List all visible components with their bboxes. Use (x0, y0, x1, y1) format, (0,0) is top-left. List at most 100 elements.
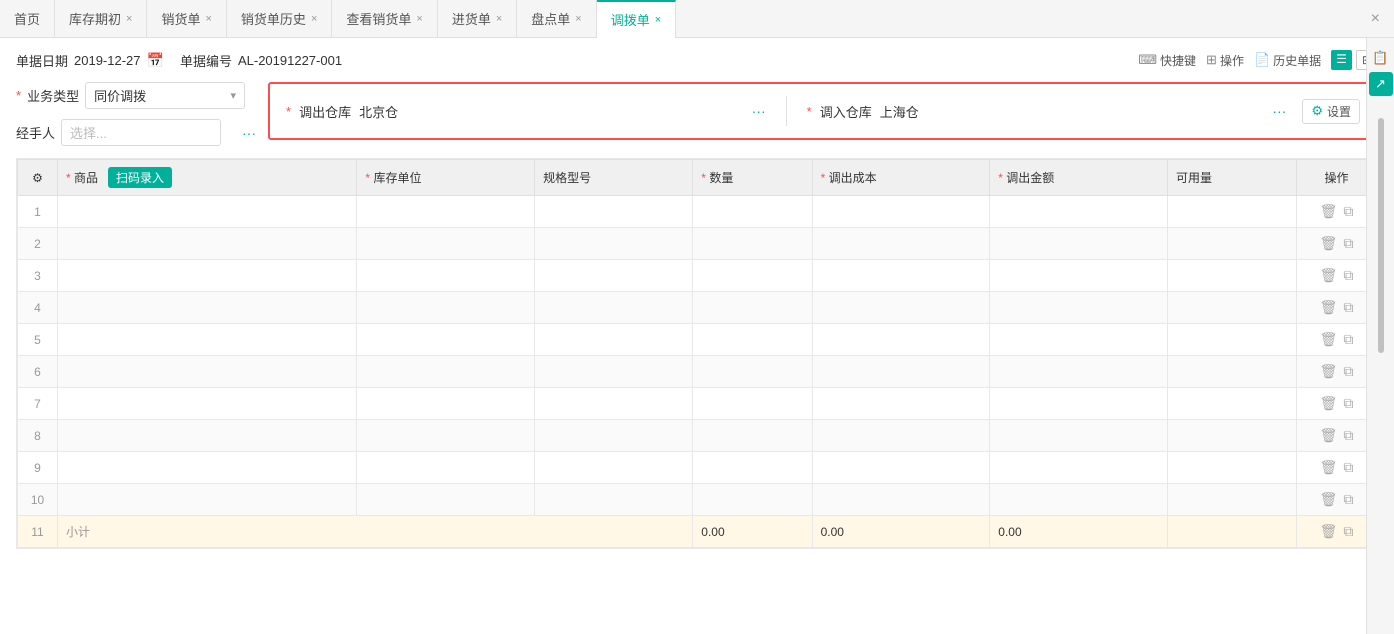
cell-qty-1[interactable] (693, 196, 812, 228)
cell-product-7[interactable] (58, 388, 357, 420)
cell-product-6[interactable] (58, 356, 357, 388)
tab-inventory-init-close[interactable]: × (126, 13, 132, 25)
cell-product-2[interactable] (58, 228, 357, 260)
sidebar-external-icon[interactable]: ↗ (1369, 72, 1393, 96)
history-btn[interactable]: 📄 历史单据 (1254, 52, 1321, 69)
cell-amount-6[interactable] (990, 356, 1168, 388)
cell-unit-4[interactable] (357, 292, 535, 324)
cell-unit-9[interactable] (357, 452, 535, 484)
cell-cost-4[interactable] (812, 292, 990, 324)
cell-qty-2[interactable] (693, 228, 812, 260)
operations-btn[interactable]: ⊞ 操作 (1206, 52, 1244, 69)
cell-available-10[interactable] (1167, 484, 1296, 516)
shortcuts-btn[interactable]: ⌨ 快捷键 (1138, 52, 1196, 69)
cell-amount-2[interactable] (990, 228, 1168, 260)
delete-icon-2[interactable]: 🗑 (1320, 235, 1338, 252)
cell-product-10[interactable] (58, 484, 357, 516)
copy-icon[interactable]: ⧉ (1343, 523, 1353, 540)
cell-cost-8[interactable] (812, 420, 990, 452)
cell-unit-6[interactable] (357, 356, 535, 388)
copy-icon-8[interactable]: ⧉ (1343, 427, 1353, 444)
cell-amount-4[interactable] (990, 292, 1168, 324)
cell-amount-7[interactable] (990, 388, 1168, 420)
window-close-button[interactable]: × (1357, 10, 1394, 28)
cell-available-9[interactable] (1167, 452, 1296, 484)
cell-available-2[interactable] (1167, 228, 1296, 260)
cell-unit-7[interactable] (357, 388, 535, 420)
cell-qty-9[interactable] (693, 452, 812, 484)
copy-icon-2[interactable]: ⧉ (1343, 235, 1353, 252)
tab-home[interactable]: 首页 (0, 0, 55, 38)
tab-purchase[interactable]: 进货单 × (438, 0, 517, 38)
settings-button[interactable]: ⚙ 设置 (1302, 99, 1360, 124)
cell-spec-4[interactable] (535, 292, 693, 324)
scroll-bar[interactable] (1378, 118, 1384, 353)
cell-spec-1[interactable] (535, 196, 693, 228)
cell-cost-1[interactable] (812, 196, 990, 228)
handler-more-btn[interactable]: ··· (242, 125, 256, 141)
scan-button[interactable]: 扫码录入 (108, 167, 172, 188)
cell-spec-5[interactable] (535, 324, 693, 356)
cell-cost-5[interactable] (812, 324, 990, 356)
handler-select[interactable]: 选择... (61, 119, 221, 146)
tab-view-sales-close[interactable]: × (416, 13, 422, 25)
cell-cost-7[interactable] (812, 388, 990, 420)
tab-inventory-init[interactable]: 库存期初 × (55, 0, 147, 38)
cell-spec-3[interactable] (535, 260, 693, 292)
cell-spec-2[interactable] (535, 228, 693, 260)
delete-icon-8[interactable]: 🗑 (1320, 427, 1338, 444)
cell-cost-2[interactable] (812, 228, 990, 260)
cell-cost-3[interactable] (812, 260, 990, 292)
cell-spec-10[interactable] (535, 484, 693, 516)
copy-icon-4[interactable]: ⧉ (1343, 299, 1353, 316)
cell-amount-8[interactable] (990, 420, 1168, 452)
cell-qty-4[interactable] (693, 292, 812, 324)
cell-unit-5[interactable] (357, 324, 535, 356)
cell-unit-3[interactable] (357, 260, 535, 292)
copy-icon-5[interactable]: ⧉ (1343, 331, 1353, 348)
col-gear[interactable]: ⚙ (18, 160, 58, 196)
cell-cost-6[interactable] (812, 356, 990, 388)
cell-available-4[interactable] (1167, 292, 1296, 324)
delete-icon-3[interactable]: 🗑 (1320, 267, 1338, 284)
delete-icon-9[interactable]: 🗑 (1320, 459, 1338, 476)
tab-transfer[interactable]: 调拨单 × (597, 0, 676, 38)
warehouse-in-more-btn[interactable]: ··· (1272, 103, 1286, 119)
copy-icon-9[interactable]: ⧉ (1343, 459, 1353, 476)
cell-spec-6[interactable] (535, 356, 693, 388)
cell-spec-9[interactable] (535, 452, 693, 484)
cell-qty-6[interactable] (693, 356, 812, 388)
cell-amount-10[interactable] (990, 484, 1168, 516)
cell-unit-2[interactable] (357, 228, 535, 260)
cell-cost-10[interactable] (812, 484, 990, 516)
delete-icon-4[interactable]: 🗑 (1320, 299, 1338, 316)
sidebar-document-icon[interactable]: 📋 (1369, 46, 1393, 70)
tab-view-sales[interactable]: 查看销货单 × (332, 0, 437, 38)
cell-qty-3[interactable] (693, 260, 812, 292)
copy-icon-6[interactable]: ⧉ (1343, 363, 1353, 380)
warehouse-out-more-btn[interactable]: ··· (752, 103, 766, 119)
calendar-icon[interactable]: 📅 (147, 52, 164, 69)
cell-spec-8[interactable] (535, 420, 693, 452)
cell-available-7[interactable] (1167, 388, 1296, 420)
cell-spec-7[interactable] (535, 388, 693, 420)
cell-amount-5[interactable] (990, 324, 1168, 356)
delete-icon-5[interactable]: 🗑 (1320, 331, 1338, 348)
delete-icon-1[interactable]: 🗑 (1320, 203, 1338, 220)
tab-inventory-check-close[interactable]: × (575, 13, 581, 25)
delete-icon-6[interactable]: 🗑 (1320, 363, 1338, 380)
cell-qty-10[interactable] (693, 484, 812, 516)
cell-available-8[interactable] (1167, 420, 1296, 452)
cell-amount-3[interactable] (990, 260, 1168, 292)
delete-icon-7[interactable]: 🗑 (1320, 395, 1338, 412)
cell-unit-1[interactable] (357, 196, 535, 228)
cell-product-8[interactable] (58, 420, 357, 452)
business-type-select[interactable]: 同价调拨 ▾ (85, 82, 245, 109)
delete-icon[interactable]: 🗑 (1320, 523, 1338, 540)
cell-amount-9[interactable] (990, 452, 1168, 484)
tab-transfer-close[interactable]: × (655, 14, 661, 26)
copy-icon-1[interactable]: ⧉ (1343, 203, 1353, 220)
cell-available-5[interactable] (1167, 324, 1296, 356)
cell-cost-9[interactable] (812, 452, 990, 484)
cell-unit-8[interactable] (357, 420, 535, 452)
